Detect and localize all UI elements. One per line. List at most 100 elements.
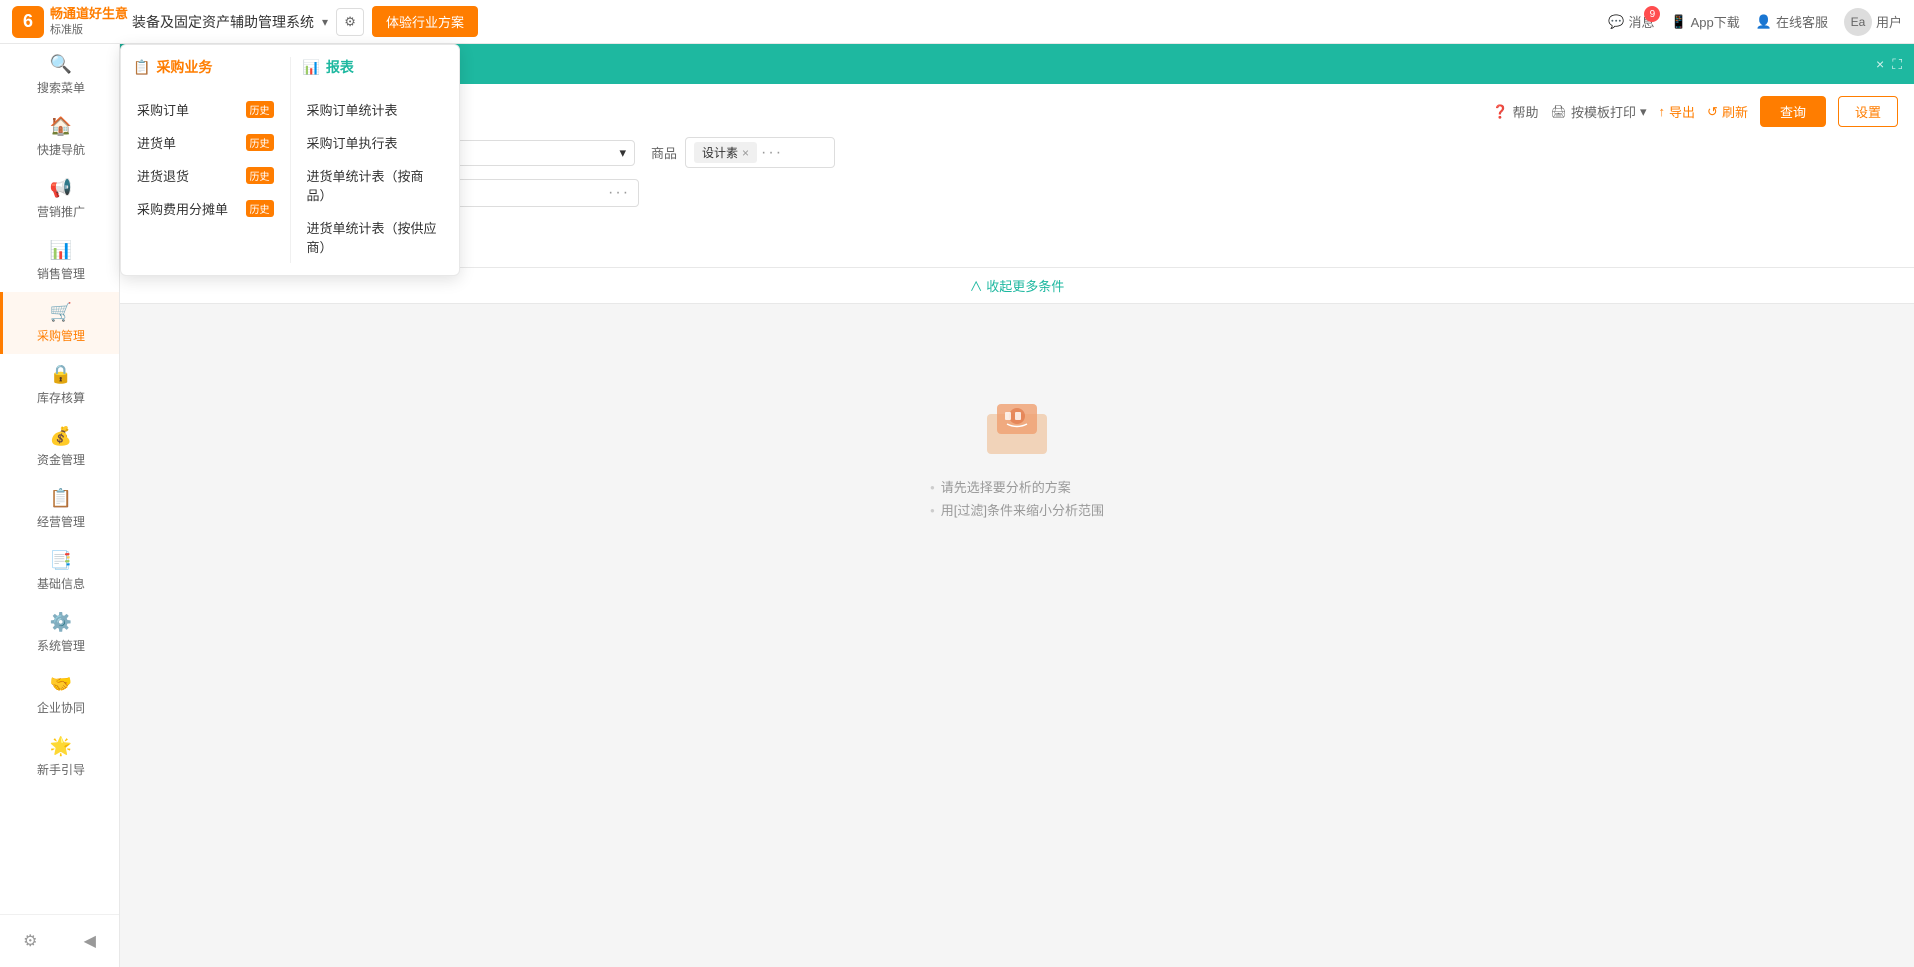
empty-hint: 请先选择要分析的方案 用[过滤]条件来缩小分析范围 xyxy=(930,476,1104,523)
logo-text: 畅通道好生意 标准版 xyxy=(50,6,128,37)
doc-status-input[interactable]: ▾ xyxy=(435,140,635,166)
help-icon: ❓ xyxy=(1492,104,1508,120)
sidebar-item-quick[interactable]: 🏠 快捷导航 xyxy=(0,106,119,168)
purchase-col: 📋 采购业务 采购订单 历史 进货单 历史 进货退货 历史 采购费用分摊单 历史 xyxy=(121,57,290,263)
top-header: 6 畅通道好生意 标准版 装备及固定资产辅助管理系统 ▾ ⚙ 体验行业方案 💬 … xyxy=(0,0,1914,44)
system-dropdown-btn[interactable]: ▾ xyxy=(322,15,328,29)
sidebar-item-purchase[interactable]: 🛒 采购管理 xyxy=(0,292,119,354)
dropdown-item-order-stats[interactable]: 采购订单统计表 xyxy=(303,93,448,126)
export-icon: ↑ xyxy=(1659,104,1666,119)
window-close-btn[interactable]: × xyxy=(1876,56,1884,72)
basic-icon: 📑 xyxy=(50,550,72,571)
logo-icon: 6 xyxy=(12,6,44,38)
goods-field: 商品 设计素 × ··· xyxy=(651,137,835,168)
sidebar-item-enterprise[interactable]: 🤝 企业协同 xyxy=(0,664,119,726)
app-download-btn[interactable]: 📱 App下载 xyxy=(1670,12,1739,31)
salesperson-input[interactable]: ··· xyxy=(439,179,639,207)
goods-label: 商品 xyxy=(651,143,677,162)
print-dropdown-icon: ▾ xyxy=(1640,104,1647,120)
window-expand-btn[interactable]: ⛶ xyxy=(1892,56,1902,73)
user-avatar-btn[interactable]: Ea 用户 xyxy=(1844,8,1902,36)
purchase-icon: 🛒 xyxy=(50,302,72,323)
hist-badge-expense: 历史 xyxy=(246,200,274,217)
empty-state: 请先选择要分析的方案 用[过滤]条件来缩小分析范围 xyxy=(120,304,1914,603)
sidebar-item-inventory[interactable]: 🔒 库存核算 xyxy=(0,354,119,416)
print-icon: 🖨 xyxy=(1550,104,1567,120)
sidebar-item-label: 系统管理 xyxy=(37,637,85,654)
avatar: Ea xyxy=(1844,8,1872,36)
sidebar-item-label: 快捷导航 xyxy=(37,141,85,158)
export-btn[interactable]: ↑ 导出 xyxy=(1659,102,1696,121)
sales-icon: 📊 xyxy=(50,240,72,261)
sidebar-item-sales[interactable]: 📊 销售管理 xyxy=(0,230,119,292)
dropdown-item-purchase-receipt[interactable]: 进货单 历史 xyxy=(133,126,278,159)
sidebar-bottom: ⚙ ◀ xyxy=(0,914,119,967)
sidebar-item-system[interactable]: ⚙️ 系统管理 xyxy=(0,602,119,664)
home-icon: 🏠 xyxy=(50,116,72,137)
sidebar-item-label: 企业协同 xyxy=(37,699,85,716)
hist-badge-purchase-order: 历史 xyxy=(246,101,274,118)
report-col: 📊 报表 采购订单统计表 采购订单执行表 进货单统计表（按商品） 进货单统计表（… xyxy=(290,57,460,263)
sidebar-item-marketing[interactable]: 📢 营销推广 xyxy=(0,168,119,230)
hist-badge-return: 历史 xyxy=(246,167,274,184)
marketing-icon: 📢 xyxy=(50,178,72,199)
sidebar-item-finance[interactable]: 💰 资金管理 xyxy=(0,416,119,478)
dropdown-item-purchase-order[interactable]: 采购订单 历史 xyxy=(133,93,278,126)
purchase-dropdown-menu: 📋 采购业务 采购订单 历史 进货单 历史 进货退货 历史 采购费用分摊单 历史 xyxy=(120,44,460,276)
online-service-btn[interactable]: 👤 在线客服 xyxy=(1756,12,1828,31)
system-icon: ⚙️ xyxy=(50,612,72,633)
search-icon: 🔍 xyxy=(50,54,72,75)
brand-sub: 标准版 xyxy=(50,23,128,37)
salesperson-more-btn[interactable]: ··· xyxy=(608,184,630,202)
tab-bar-right: × ⛶ xyxy=(1876,56,1914,73)
settings-icon-btn[interactable]: ⚙ xyxy=(336,8,364,36)
sidebar-item-label: 资金管理 xyxy=(37,451,85,468)
sidebar: 🔍 搜索菜单 🏠 快捷导航 📢 营销推广 📊 销售管理 🛒 采购管理 🔒 库存核… xyxy=(0,44,120,967)
service-icon: 👤 xyxy=(1756,14,1772,30)
header-right: 💬 消息 9 📱 App下载 👤 在线客服 Ea 用户 xyxy=(1608,8,1902,36)
print-btn[interactable]: 🖨 按模板打印 ▾ xyxy=(1550,102,1646,121)
goods-more-btn[interactable]: ··· xyxy=(761,144,783,162)
goods-tag-close[interactable]: × xyxy=(742,146,749,160)
finance-icon: 💰 xyxy=(50,426,72,447)
industry-btn[interactable]: 体验行业方案 xyxy=(372,6,478,37)
sidebar-item-search[interactable]: 🔍 搜索菜单 xyxy=(0,44,119,106)
sidebar-item-operations[interactable]: 📋 经营管理 xyxy=(0,478,119,540)
dropdown-item-receipt-supplier[interactable]: 进货单统计表（按供应商） xyxy=(303,211,448,263)
system-title: 装备及固定资产辅助管理系统 xyxy=(132,12,314,32)
dropdown-item-purchase-return[interactable]: 进货退货 历史 xyxy=(133,159,278,192)
sidebar-item-label: 搜索菜单 xyxy=(37,79,85,96)
sidebar-item-guide[interactable]: 🌟 新手引导 xyxy=(0,726,119,788)
refresh-icon: ↺ xyxy=(1707,104,1718,120)
purchase-col-icon: 📋 xyxy=(133,59,150,76)
dropdown-item-order-exec[interactable]: 采购订单执行表 xyxy=(303,126,448,159)
enterprise-icon: 🤝 xyxy=(50,674,72,695)
dropdown-item-receipt-goods[interactable]: 进货单统计表（按商品） xyxy=(303,159,448,211)
report-col-header: 📊 报表 xyxy=(303,57,448,83)
sidebar-item-label: 采购管理 xyxy=(37,327,85,344)
help-btn[interactable]: ❓ 帮助 xyxy=(1492,102,1538,121)
dropdown-cols: 📋 采购业务 采购订单 历史 进货单 历史 进货退货 历史 采购费用分摊单 历史 xyxy=(121,57,459,263)
goods-tag: 设计素 × xyxy=(694,142,757,163)
operations-icon: 📋 xyxy=(50,488,72,509)
guide-icon: 🌟 xyxy=(50,736,72,757)
purchase-col-header: 📋 采购业务 xyxy=(133,57,278,83)
sidebar-item-label: 销售管理 xyxy=(37,265,85,282)
sidebar-item-label: 库存核算 xyxy=(37,389,85,406)
query-btn[interactable]: 查询 xyxy=(1760,96,1826,127)
refresh-btn[interactable]: ↺ 刷新 xyxy=(1707,102,1748,121)
sidebar-item-label: 经营管理 xyxy=(37,513,85,530)
collapse-icon: ∧ xyxy=(970,279,987,294)
sidebar-settings-btn[interactable]: ⚙ xyxy=(17,925,43,957)
empty-icon xyxy=(967,384,1067,464)
hist-badge-receipt: 历史 xyxy=(246,134,274,151)
goods-input[interactable]: 设计素 × ··· xyxy=(685,137,835,168)
messages-btn[interactable]: 💬 消息 9 xyxy=(1608,12,1654,31)
sidebar-collapse-btn[interactable]: ◀ xyxy=(78,925,102,957)
dropdown-item-purchase-expense[interactable]: 采购费用分摊单 历史 xyxy=(133,192,278,225)
inventory-icon: 🔒 xyxy=(50,364,72,385)
messages-badge: 9 xyxy=(1644,6,1660,22)
doc-status-dropdown-icon: ▾ xyxy=(619,145,626,161)
sidebar-item-basic[interactable]: 📑 基础信息 xyxy=(0,540,119,602)
settings-btn[interactable]: 设置 xyxy=(1838,96,1898,127)
